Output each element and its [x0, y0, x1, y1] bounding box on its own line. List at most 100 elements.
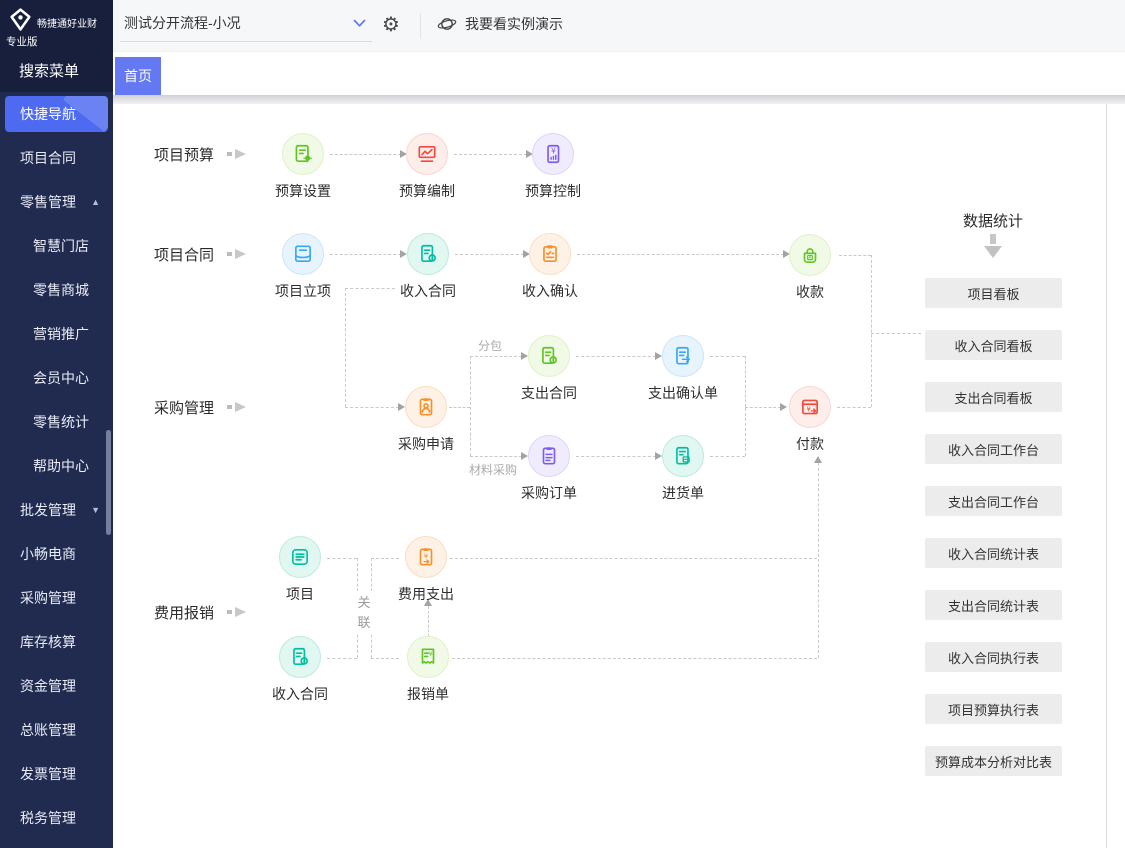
svg-text:¥: ¥: [429, 651, 433, 658]
connector-segment: [330, 254, 401, 255]
connector-segment: [454, 154, 527, 155]
flow-select-value: 测试分开流程-小况: [124, 15, 241, 31]
sidebar-item-project-contract[interactable]: 项目合同: [0, 136, 113, 180]
report-link-8[interactable]: 项目预算执行表: [925, 694, 1062, 724]
report-link-9[interactable]: 预算成本分析对比表: [925, 746, 1062, 776]
row-arrow-icon: [227, 607, 246, 617]
flow-node-income-confirm[interactable]: [529, 233, 571, 275]
sidebar-item-retail-mall[interactable]: 零售商城: [0, 268, 113, 312]
flow-node-label-expense-contract: 支出合同: [521, 385, 577, 401]
connector-segment: [450, 558, 817, 559]
report-link-7[interactable]: 收入合同执行表: [925, 642, 1062, 672]
sidebar-header: 畅捷通好业财 专业版 搜索菜单: [0, 0, 113, 92]
receipt-icon: ¥: [421, 648, 435, 664]
connector-arrowhead: [655, 352, 662, 360]
chevron-down-icon: [353, 19, 366, 27]
connector-segment: [428, 606, 429, 637]
flow-node-reimbursement[interactable]: ¥: [407, 636, 449, 678]
sidebar-item-invoice-mgmt[interactable]: 发票管理: [0, 752, 113, 796]
clipboard-list-icon: [542, 447, 556, 465]
demo-link-label: 我要看实例演示: [465, 16, 563, 32]
sidebar-item-label: 零售管理: [20, 194, 76, 210]
report-link-4[interactable]: 支出合同工作台: [925, 486, 1062, 516]
connector-segment: [330, 154, 401, 155]
sidebar-item-retail-stats[interactable]: 零售统计: [0, 400, 113, 444]
tab-bar: 首页: [113, 52, 1125, 95]
sidebar-item-member-center[interactable]: 会员中心: [0, 356, 113, 400]
flow-node-expense-confirm-doc[interactable]: [662, 335, 704, 377]
sidebar-item-label: 库存核算: [20, 634, 76, 650]
connector-segment: [470, 356, 522, 357]
sidebar-item-label: 会员中心: [33, 370, 89, 386]
flow-node-goods-receipt[interactable]: [662, 435, 704, 477]
connector-segment: [818, 463, 819, 658]
gear-icon[interactable]: ⚙: [382, 10, 400, 40]
sidebar-item-help-center[interactable]: 帮助中心: [0, 444, 113, 488]
connector-segment: [745, 407, 781, 408]
flow-node-budget-setup[interactable]: [282, 133, 324, 175]
report-link-1[interactable]: 收入合同看板: [925, 330, 1062, 360]
book-icon: [295, 245, 311, 262]
flow-node-project[interactable]: [279, 536, 321, 578]
doc-badge-icon: [542, 346, 557, 364]
connector-arrowhead: [655, 452, 662, 460]
sidebar-item-inventory-accounting[interactable]: 库存核算: [0, 620, 113, 664]
flow-node-income-contract[interactable]: [407, 233, 449, 275]
sidebar-item-label: 零售统计: [33, 414, 89, 430]
flow-row-label-project-budget: 项目预算: [152, 144, 246, 164]
sidebar-item-quick-nav[interactable]: 快捷导航: [5, 96, 108, 132]
svg-text:¥: ¥: [424, 551, 429, 560]
sidebar-item-smart-store[interactable]: 智慧门店: [0, 224, 113, 268]
svg-text:¥: ¥: [551, 147, 556, 156]
flow-node-budget-control[interactable]: ¥: [532, 133, 574, 175]
report-link-3[interactable]: 收入合同工作台: [925, 434, 1062, 464]
sidebar-item-purchase-mgmt[interactable]: 采购管理: [0, 576, 113, 620]
report-link-0[interactable]: 项目看板: [925, 278, 1062, 308]
connector-segment: [871, 255, 872, 407]
doc-gear-icon: [295, 144, 312, 163]
sidebar-scrollbar[interactable]: [106, 430, 111, 535]
tab-home[interactable]: 首页: [115, 57, 161, 95]
search-menu-button[interactable]: 搜索菜单: [0, 49, 113, 81]
row-arrow-icon: [227, 249, 246, 259]
flow-node-purchase-order[interactable]: [528, 435, 570, 477]
connector-segment: [449, 407, 470, 408]
sidebar-item-label: 快捷导航: [20, 106, 76, 122]
doc-badge-icon: [293, 647, 308, 665]
topbar-divider: [420, 13, 421, 39]
sidebar-item-retail-mgmt[interactable]: 零售管理 ▲: [0, 180, 113, 224]
report-link-5[interactable]: 收入合同统计表: [925, 538, 1062, 568]
flow-node-expense-spend[interactable]: ¥: [405, 536, 447, 578]
sidebar-item-label: 小畅电商: [20, 546, 76, 562]
flow-select-dropdown[interactable]: 测试分开流程-小况: [120, 3, 372, 42]
connector-segment: [345, 407, 399, 408]
report-link-2[interactable]: 支出合同看板: [925, 382, 1062, 412]
sidebar-item-tax-mgmt[interactable]: 税务管理: [0, 796, 113, 840]
purse-icon: ¥: [803, 248, 817, 263]
flow-node-make-payment[interactable]: ¥: [789, 386, 831, 428]
flow-node-receive-payment[interactable]: ¥: [789, 234, 831, 276]
flow-node-label-income-contract-2: 收入合同: [272, 686, 328, 702]
connector-segment: [576, 456, 656, 457]
flow-node-label-purchase-order: 采购订单: [521, 485, 577, 501]
flow-node-budget-compile[interactable]: [406, 133, 448, 175]
sidebar-item-xiaochang-ecommerce[interactable]: 小畅电商: [0, 532, 113, 576]
flow-node-project-initiation[interactable]: [282, 233, 324, 275]
doc-badge-icon: [421, 244, 436, 262]
sidebar: 畅捷通好业财 专业版 搜索菜单 快捷导航项目合同 零售管理 ▲ 智慧门店 零售商城 营销推…: [0, 0, 113, 848]
svg-text:¥: ¥: [807, 405, 811, 413]
flowchart-canvas: 数据统计 项目预算 项目合同 采购管理 费用报销 预算设置 预算编制 ¥ 预算控制 项目立项 收入…: [0, 0, 1125, 848]
sidebar-item-general-ledger[interactable]: 总账管理: [0, 708, 113, 752]
demo-link[interactable]: 我要看实例演示: [437, 14, 563, 34]
chevron-down-icon: ▼: [91, 505, 100, 515]
report-link-6[interactable]: 支出合同统计表: [925, 590, 1062, 620]
sidebar-item-label: 发票管理: [20, 766, 76, 782]
sidebar-item-marketing[interactable]: 营销推广: [0, 312, 113, 356]
sidebar-item-wholesale-mgmt[interactable]: 批发管理 ▼: [0, 488, 113, 532]
sidebar-item-funds-mgmt[interactable]: 资金管理: [0, 664, 113, 708]
connector-segment: [452, 658, 817, 659]
row-arrow-icon: [227, 149, 246, 159]
flow-node-purchase-request[interactable]: [405, 386, 447, 428]
flow-node-expense-contract[interactable]: [528, 335, 570, 377]
flow-node-income-contract-2[interactable]: [279, 636, 321, 678]
